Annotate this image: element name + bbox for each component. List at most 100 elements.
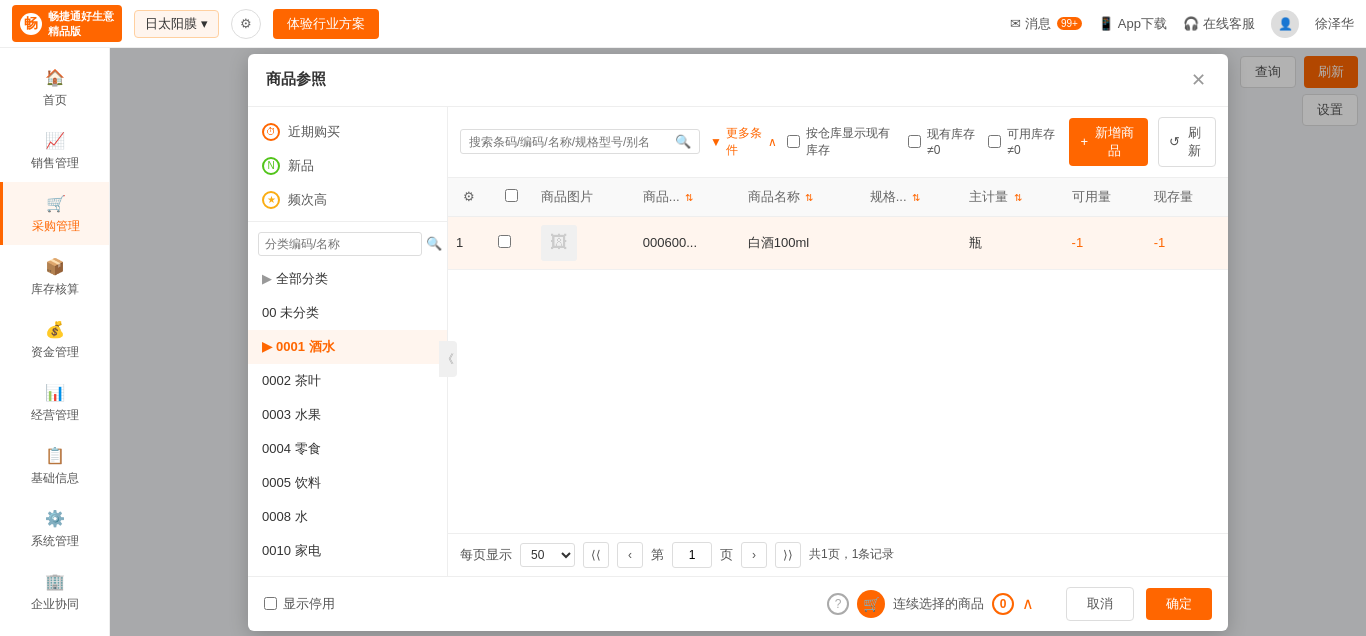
sidebar-item-guide[interactable]: 🌟 新手引导 xyxy=(0,623,109,636)
row-select-checkbox[interactable] xyxy=(498,235,511,248)
row-name: 白酒100ml xyxy=(740,216,862,269)
page-number-input[interactable] xyxy=(672,542,712,568)
category-3[interactable]: 0003 水果 xyxy=(248,398,447,432)
th-spec[interactable]: 规格... ⇅ xyxy=(862,178,961,217)
product-search-input[interactable] xyxy=(469,135,669,149)
category-4[interactable]: 0004 零食 xyxy=(248,432,447,466)
main-layout: 🏠 首页 📈 销售管理 🛒 采购管理 📦 库存核算 💰 资金管理 📊 经营管理 … xyxy=(0,48,1366,636)
search-icon[interactable]: 🔍 xyxy=(426,236,442,251)
nav-message[interactable]: ✉ 消息 99+ xyxy=(1010,15,1082,33)
sort-spec-icon: ⇅ xyxy=(912,192,920,203)
show-disabled-input[interactable] xyxy=(264,597,277,610)
sidebar-item-inventory[interactable]: 📦 库存核算 xyxy=(0,245,109,308)
row-unit: 瓶 xyxy=(961,216,1064,269)
headset-icon: 🎧 xyxy=(1183,16,1199,31)
checkbox-available-nonzero-input[interactable] xyxy=(988,135,1001,148)
prev-page-button[interactable]: ‹ xyxy=(617,542,643,568)
help-icon[interactable]: ? xyxy=(827,593,849,615)
th-stock[interactable]: 现存量 xyxy=(1146,178,1228,217)
th-unit[interactable]: 主计量 ⇅ xyxy=(961,178,1064,217)
message-icon: ✉ xyxy=(1010,16,1021,31)
sidebar: 🏠 首页 📈 销售管理 🛒 采购管理 📦 库存核算 💰 资金管理 📊 经营管理 … xyxy=(0,48,110,636)
filter-button[interactable]: ▼ 更多条件 ∧ xyxy=(710,125,777,159)
frequent-icon: ★ xyxy=(262,191,280,209)
category-1[interactable]: ▶ 0001 酒水 xyxy=(248,330,447,364)
sidebar-item-purchase[interactable]: 🛒 采购管理 xyxy=(0,182,109,245)
cancel-button[interactable]: 取消 xyxy=(1066,587,1134,621)
home-icon: 🏠 xyxy=(44,66,66,88)
refresh-button[interactable]: ↺ 刷新 xyxy=(1158,117,1216,167)
right-panel: 🔍 ▼ 更多条件 ∧ 按仓库显示现有库存 xyxy=(448,107,1228,576)
checkbox-stock-nonzero-input[interactable] xyxy=(908,135,921,148)
logo-title: 畅捷通好生意 xyxy=(48,9,114,23)
sidebar-label: 资金管理 xyxy=(31,344,79,361)
nav-gear[interactable]: ⚙ xyxy=(231,9,261,39)
modal-close-button[interactable]: ✕ xyxy=(1186,68,1210,92)
phone-icon: 📱 xyxy=(1098,16,1114,31)
panel-collapse-button[interactable]: 《 xyxy=(439,341,457,377)
sidebar-label: 采购管理 xyxy=(32,218,80,235)
category-7[interactable]: 0010 家电 xyxy=(248,534,447,568)
product-modal: 商品参照 ✕ ⏱ 近期购买 N 新品 xyxy=(248,54,1228,631)
system-icon: ⚙️ xyxy=(44,507,66,529)
category-0[interactable]: 00 未分类 xyxy=(248,296,447,330)
cart-icon[interactable]: 🛒 xyxy=(857,590,885,618)
sidebar-label: 首页 xyxy=(43,92,67,109)
checkbox-warehouse-input[interactable] xyxy=(787,135,800,148)
checkbox-warehouse[interactable]: 按仓库显示现有库存 xyxy=(787,125,898,159)
last-page-button[interactable]: ⟩⟩ xyxy=(775,542,801,568)
avatar[interactable]: 👤 xyxy=(1271,10,1299,38)
category-2[interactable]: 0002 茶叶 xyxy=(248,364,447,398)
modal-footer: 显示停用 ? 🛒 连续选择的商品 0 ∧ 取消 确定 xyxy=(248,576,1228,631)
th-name[interactable]: 商品名称 ⇅ xyxy=(740,178,862,217)
category-search-row: 🔍 xyxy=(248,226,447,262)
category-all[interactable]: ▶ 全部分类 xyxy=(248,262,447,296)
sidebar-item-basic-info[interactable]: 📋 基础信息 xyxy=(0,434,109,497)
sidebar-label: 系统管理 xyxy=(31,533,79,550)
add-product-button[interactable]: + 新增商品 xyxy=(1069,118,1149,166)
chevron-icon: ∧ xyxy=(768,135,777,149)
sidebar-label: 企业协同 xyxy=(31,596,79,613)
checkbox-stock-nonzero[interactable]: 现有库存≠0 xyxy=(908,126,978,157)
th-checkbox[interactable] xyxy=(490,178,533,217)
confirm-button[interactable]: 确定 xyxy=(1146,588,1212,620)
nav-dropdown[interactable]: 日太阳膜 ▾ xyxy=(134,10,219,38)
table-header-row: ⚙ 商品图片 商品... ⇅ xyxy=(448,178,1228,217)
show-disabled-checkbox[interactable]: 显示停用 xyxy=(264,595,335,613)
sidebar-item-system[interactable]: ⚙️ 系统管理 xyxy=(0,497,109,560)
search-submit-icon[interactable]: 🔍 xyxy=(675,134,691,149)
th-settings[interactable]: ⚙ xyxy=(448,178,490,217)
table-row[interactable]: 1 🖼 xyxy=(448,216,1228,269)
nav-online-service[interactable]: 🎧 在线客服 xyxy=(1183,15,1255,33)
nav-app-download[interactable]: 📱 App下载 xyxy=(1098,15,1167,33)
sidebar-label: 经营管理 xyxy=(31,407,79,424)
row-available: -1 xyxy=(1064,216,1146,269)
quick-item-new[interactable]: N 新品 xyxy=(248,149,447,183)
filter-icon: ▼ xyxy=(710,135,722,149)
row-checkbox[interactable] xyxy=(490,216,533,269)
select-all-checkbox[interactable] xyxy=(505,189,518,202)
quick-item-recent[interactable]: ⏱ 近期购买 xyxy=(248,115,447,149)
checkbox-available-nonzero[interactable]: 可用库存≠0 xyxy=(988,126,1058,157)
sidebar-item-sales[interactable]: 📈 销售管理 xyxy=(0,119,109,182)
sidebar-item-finance[interactable]: 💰 资金管理 xyxy=(0,308,109,371)
quick-item-frequent[interactable]: ★ 频次高 xyxy=(248,183,447,217)
sidebar-item-enterprise[interactable]: 🏢 企业协同 xyxy=(0,560,109,623)
sidebar-item-home[interactable]: 🏠 首页 xyxy=(0,56,109,119)
th-available[interactable]: 可用量 xyxy=(1064,178,1146,217)
sidebar-item-operations[interactable]: 📊 经营管理 xyxy=(0,371,109,434)
th-code[interactable]: 商品... ⇅ xyxy=(635,178,740,217)
category-6[interactable]: 0008 水 xyxy=(248,500,447,534)
page-label: 第 xyxy=(651,546,664,564)
logo-sub: 精品版 xyxy=(48,24,114,38)
next-page-button[interactable]: › xyxy=(741,542,767,568)
experience-button[interactable]: 体验行业方案 xyxy=(273,9,379,39)
category-5[interactable]: 0005 饮料 xyxy=(248,466,447,500)
cart-collapse-icon[interactable]: ∧ xyxy=(1022,594,1034,613)
page-size-select[interactable]: 50 20 100 xyxy=(520,543,575,567)
product-table-container: ⚙ 商品图片 商品... ⇅ xyxy=(448,178,1228,533)
operations-icon: 📊 xyxy=(44,381,66,403)
category-search-input[interactable] xyxy=(258,232,422,256)
cart-area: ? 🛒 连续选择的商品 0 ∧ xyxy=(827,590,1034,618)
first-page-button[interactable]: ⟨⟨ xyxy=(583,542,609,568)
